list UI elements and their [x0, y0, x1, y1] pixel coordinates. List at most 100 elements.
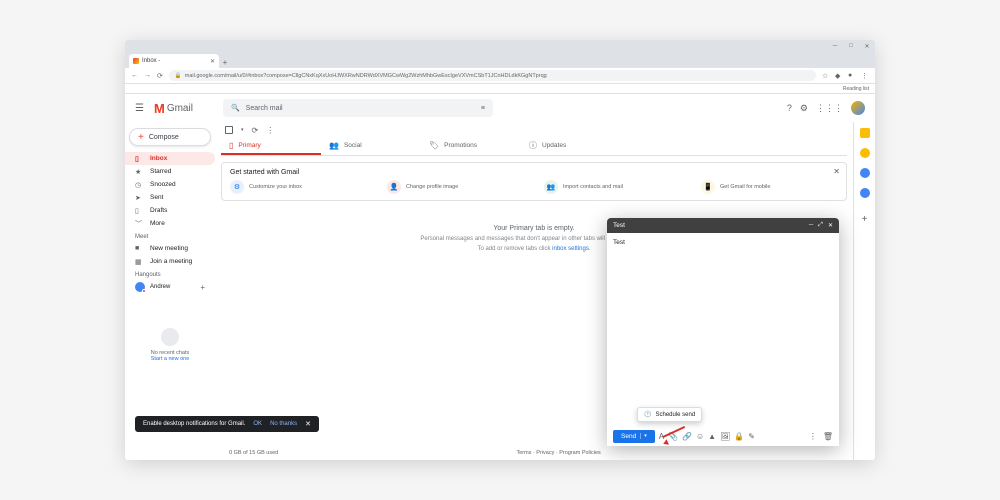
- refresh-icon[interactable]: ⟳: [252, 126, 259, 135]
- sidebar-item-starred[interactable]: ★Starred: [125, 165, 215, 178]
- trash-icon[interactable]: 🗑: [823, 432, 833, 441]
- status-dot: [142, 289, 146, 293]
- reload-button[interactable]: ⟳: [157, 72, 163, 80]
- select-dropdown-icon[interactable]: ▾: [241, 127, 244, 133]
- search-options-icon[interactable]: ≡: [481, 105, 485, 112]
- tab-primary[interactable]: ▯Primary: [221, 138, 321, 155]
- notif-close-icon[interactable]: ✕: [305, 420, 311, 428]
- browser-tab[interactable]: Inbox - ✕: [129, 54, 219, 68]
- get-started-card: ✕ Get started with Gmail ⚙Customize your…: [221, 162, 847, 201]
- no-chats: No recent chats Start a new one: [125, 324, 215, 366]
- close-button[interactable]: ✕: [863, 42, 871, 50]
- menu-dots-icon[interactable]: ⋮: [861, 72, 869, 80]
- hangout-user[interactable]: Andrew +: [125, 280, 215, 294]
- more-actions-icon[interactable]: ⋮: [266, 126, 274, 135]
- compose-window: Test ─ ⤢ ✕ Test 🕐 Schedule send Send ▾ A…: [607, 218, 839, 446]
- apps-icon[interactable]: ⋮⋮⋮: [816, 103, 843, 114]
- tab-promotions[interactable]: 🏷Promotions: [421, 138, 521, 155]
- meet-new[interactable]: ■New meeting: [125, 242, 215, 255]
- sidebar-item-sent[interactable]: ➤Sent: [125, 191, 215, 204]
- hangout-plus-icon[interactable]: +: [200, 283, 205, 292]
- video-icon: ■: [135, 245, 143, 252]
- expand-compose-icon[interactable]: ⤢: [818, 222, 823, 229]
- minimize-button[interactable]: ─: [831, 42, 839, 50]
- send-dropdown-icon[interactable]: ▾: [640, 433, 647, 439]
- extension-icon[interactable]: ◆: [835, 72, 843, 80]
- info-icon: ⓘ: [529, 140, 537, 151]
- sidebar-item-drafts[interactable]: ▯Drafts: [125, 204, 215, 217]
- close-icon[interactable]: ✕: [833, 167, 840, 176]
- hangout-avatar: [135, 282, 145, 292]
- gs-mobile[interactable]: 📱Get Gmail for mobile: [701, 180, 838, 194]
- sent-icon: ➤: [135, 194, 143, 202]
- hamburger-icon[interactable]: ☰: [135, 103, 144, 114]
- chat-bubble-icon: [161, 328, 179, 346]
- reading-list-button[interactable]: Reading list: [843, 86, 869, 92]
- send-button[interactable]: Send ▾: [613, 430, 655, 443]
- select-all-checkbox[interactable]: [225, 126, 233, 134]
- schedule-label: Schedule send: [655, 412, 695, 418]
- schedule-icon: 🕐: [644, 411, 651, 418]
- sidebar-item-snoozed[interactable]: ◷Snoozed: [125, 178, 215, 191]
- contacts-icon[interactable]: [860, 188, 870, 198]
- inbox-settings-link[interactable]: inbox settings: [552, 246, 589, 252]
- back-button[interactable]: ←: [131, 72, 138, 79]
- minimize-compose-icon[interactable]: ─: [809, 222, 813, 229]
- tasks-icon[interactable]: [860, 168, 870, 178]
- new-tab-button[interactable]: +: [219, 56, 231, 68]
- gs-customize[interactable]: ⚙Customize your inbox: [230, 180, 367, 194]
- compose-header[interactable]: Test ─ ⤢ ✕: [607, 218, 839, 233]
- lock-icon[interactable]: 🔒: [734, 432, 744, 441]
- search-bar[interactable]: 🔍 Search mail ≡: [223, 99, 493, 117]
- notif-no-button[interactable]: No thanks: [270, 421, 297, 427]
- compose-body[interactable]: Test: [607, 233, 839, 426]
- sidebar-item-more[interactable]: ﹀More: [125, 217, 215, 230]
- keep-icon[interactable]: [860, 148, 870, 158]
- footer-links[interactable]: Terms · Privacy · Program Policies: [516, 450, 600, 456]
- tab-social[interactable]: 👥Social: [321, 138, 421, 155]
- mobile-icon: 📱: [701, 180, 715, 194]
- pen-icon[interactable]: ✎: [748, 432, 755, 441]
- start-new-chat[interactable]: Start a new one: [129, 356, 211, 362]
- gmail-logo[interactable]: M Gmail: [154, 101, 193, 116]
- sidebar-item-inbox[interactable]: ▯Inbox: [125, 152, 215, 165]
- primary-icon: ▯: [229, 141, 233, 150]
- gs-title: Get started with Gmail: [230, 169, 838, 176]
- address-input[interactable]: 🔒 mail.google.com/mail/u/0/#inbox?compos…: [169, 70, 816, 81]
- notif-ok-button[interactable]: OK: [253, 421, 262, 427]
- forward-button[interactable]: →: [144, 72, 151, 79]
- notification-banner: Enable desktop notifications for Gmail. …: [135, 416, 319, 432]
- maximize-button[interactable]: □: [847, 42, 855, 50]
- settings-icon[interactable]: ⚙: [800, 103, 808, 114]
- compose-button[interactable]: + Compose: [129, 128, 211, 146]
- close-compose-icon[interactable]: ✕: [828, 222, 833, 229]
- hangout-username: Andrew: [150, 284, 170, 290]
- window-titlebar: ─ □ ✕: [125, 40, 875, 52]
- social-icon: 👥: [329, 141, 339, 150]
- tab-close-icon[interactable]: ✕: [210, 58, 215, 65]
- star-icon[interactable]: ☆: [822, 72, 830, 80]
- support-icon[interactable]: ?: [787, 103, 792, 113]
- schedule-send-option[interactable]: 🕐 Schedule send: [637, 407, 702, 422]
- gs-contacts[interactable]: 👥Import contacts and mail: [544, 180, 681, 194]
- gs-profile[interactable]: 👤Change profile image: [387, 180, 524, 194]
- drive-icon[interactable]: ▲: [708, 432, 716, 441]
- meet-join[interactable]: ▦Join a meeting: [125, 255, 215, 268]
- tab-title: Inbox -: [142, 58, 160, 64]
- account-avatar[interactable]: [851, 101, 865, 115]
- inbox-icon: ▯: [135, 155, 143, 163]
- logo-m-icon: M: [154, 101, 165, 116]
- chevron-down-icon: ﹀: [135, 219, 143, 229]
- calendar-icon[interactable]: [860, 128, 870, 138]
- more-icon[interactable]: ⋮: [809, 432, 817, 441]
- emoji-icon[interactable]: ☺: [696, 432, 704, 441]
- tab-updates[interactable]: ⓘUpdates: [521, 138, 621, 155]
- browser-tabs: Inbox - ✕ +: [125, 52, 875, 68]
- image-icon[interactable]: 🖼: [720, 432, 730, 441]
- compose-footer: 🕐 Schedule send Send ▾ A 📎 🔗 ☺ ▲ 🖼 🔒 ✎ ⋮…: [607, 426, 839, 446]
- profile-icon[interactable]: ●: [848, 72, 856, 80]
- meet-label: Meet: [125, 230, 215, 242]
- gmail-header: ☰ M Gmail 🔍 Search mail ≡ ? ⚙ ⋮⋮⋮: [125, 94, 875, 122]
- add-panel-icon[interactable]: +: [862, 214, 868, 225]
- tag-icon: 🏷: [429, 141, 439, 150]
